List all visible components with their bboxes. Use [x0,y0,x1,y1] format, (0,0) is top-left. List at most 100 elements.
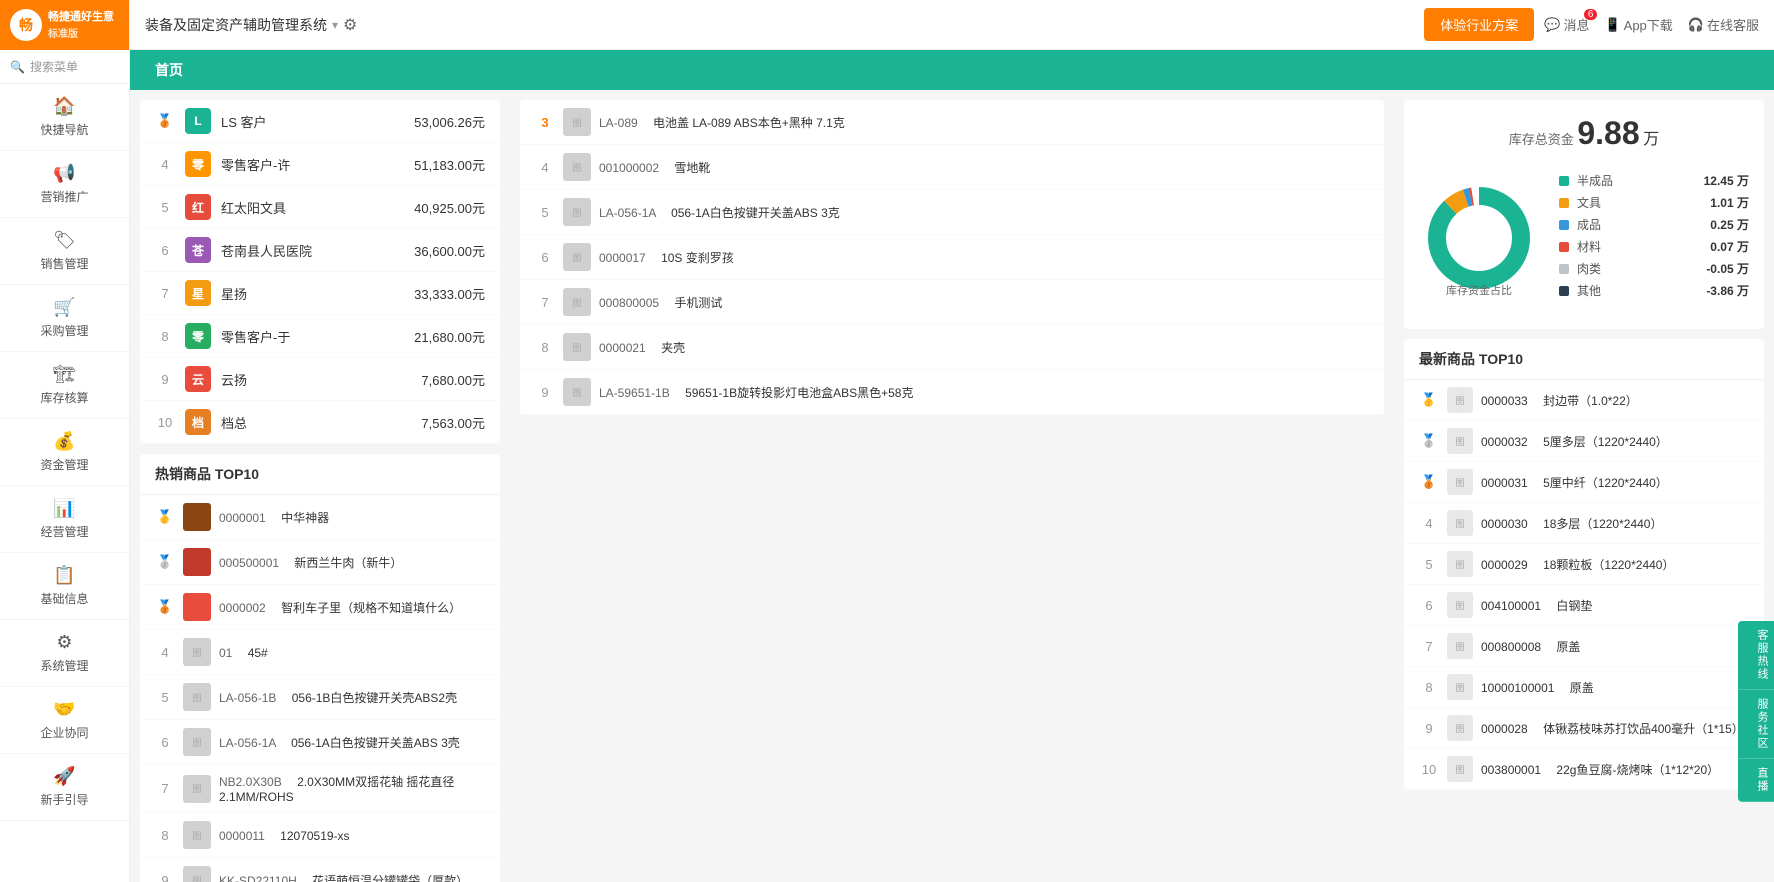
product-code: LA-59651-1B [599,386,682,400]
float-button-直播[interactable]: 直播 [1738,759,1774,802]
nav-label: 企业协同 [40,724,88,741]
product-name: 056-1A白色按键开关盖ABS 3克 [671,206,840,220]
rank-number: 7 [535,295,555,310]
product-info: LA-056-1B 056-1B白色按键开关壳ABS2壳 [219,689,485,706]
inventory-legend: 半成品 12.45 万 文具 1.01 万 成品 0.25 万 材料 0.07 … [1559,172,1749,304]
product-info: LA-056-1A 056-1A白色按键开关盖ABS 3壳 [219,734,485,751]
product-code: 0000028 [1481,722,1540,736]
product-code: 000800008 [1481,640,1553,654]
sidebar-nav-item-销售管理[interactable]: 🏷销售管理 [0,218,129,285]
product-image: 图 [563,288,591,316]
product-info: 0000002 智利车子里（规格不知道填什么） [219,599,485,616]
sidebar-nav-item-采购管理[interactable]: 🛒采购管理 [0,285,129,352]
sidebar-nav-item-经营管理[interactable]: 📊经营管理 [0,486,129,553]
product-name: 中华神器 [281,511,329,525]
customer-value: 7,680.00元 [421,370,485,389]
newest-products-list: 🥇 图 0000033 封边带（1.0*22） 🥈 图 0000032 5厘多层… [1404,380,1764,790]
donut-container: 库存资金占比 半成品 12.45 万 文具 1.01 万 成品 0.25 万 材… [1419,162,1749,314]
trial-button[interactable]: 体验行业方案 [1424,8,1534,41]
product-name: 12070519-xs [280,829,349,843]
message-button[interactable]: 💬 消息 6 [1544,15,1589,34]
newest-products-title: 最新商品 TOP10 [1419,349,1523,369]
right-column: 库存总资金 9.88 万 [1394,90,1774,882]
rank-number: 6 [155,243,175,258]
rank-number: 4 [155,645,175,660]
product-info: 0000031 5厘中纤（1220*2440） [1481,474,1749,491]
product-image [183,503,211,531]
product-image [183,593,211,621]
left-column: 🥉 L LS 客户 53,006.26元 4 零 零售客户-许 51,183.0… [130,90,510,882]
product-code: LA-056-1B [219,691,288,705]
sidebar-nav-item-企业协同[interactable]: 🤝 企业协同 [0,687,129,754]
hot-product-item: 7 图 NB2.0X30B 2.0X30MM双摇花轴 摇花直径2.1MM/ROH… [140,765,500,813]
float-button-客服热线[interactable]: 客服热线 [1738,621,1774,690]
product-image [183,548,211,576]
rank-number: 6 [155,735,175,750]
online-service-button[interactable]: 🎧 在线客服 [1688,15,1759,34]
legend-value: 0.25 万 [1710,216,1749,233]
product-ranking-panel: 3 图 LA-089 电池盖 LA-089 ABS本色+黑种 7.1克 4 图 … [520,100,1384,415]
product-image: 图 [563,243,591,271]
product-rank-item: 4 图 001000002 雪地靴 [520,145,1384,190]
rank-number: 🥉 [155,113,175,129]
hot-product-item: 6 图 LA-056-1A 056-1A白色按键开关盖ABS 3壳 [140,720,500,765]
legend-color [1559,176,1569,186]
topbar-actions: 体验行业方案 [1424,8,1534,41]
nav-icon: 💰 [53,431,75,452]
float-button-服务社区[interactable]: 服务社区 [1738,690,1774,759]
legend-value: -3.86 万 [1706,282,1749,299]
sidebar-nav-item-系统管理[interactable]: ⚙系统管理 [0,620,129,687]
hot-product-item: 9 图 KK-SD22110H 花语萌恒温分罐罐袋（厚款） [140,858,500,882]
rank-number: 6 [1419,598,1439,613]
product-name: 056-1B白色按键开关壳ABS2壳 [292,691,457,705]
legend-color [1559,220,1569,230]
nav-icon: 🤝 [53,699,75,720]
home-tab[interactable]: 首页 [150,60,188,80]
product-code: 0000021 [599,341,658,355]
product-image: 图 [1447,592,1473,618]
nav-label: 基础信息 [40,590,88,607]
dropdown-arrow-icon[interactable]: ▾ [332,18,338,32]
product-name: 智利车子里（规格不知道填什么） [281,601,461,615]
sidebar-nav-item-库存核算[interactable]: 🏗库存核算 [0,352,129,419]
newest-products-panel: 最新商品 TOP10 🥇 图 0000033 封边带（1.0*22） 🥈 图 0… [1404,339,1764,790]
sidebar-nav-item-基础信息[interactable]: 📋基础信息 [0,553,129,620]
sidebar-nav-item-资金管理[interactable]: 💰资金管理 [0,419,129,486]
product-name: 45# [248,646,268,660]
newest-product-item: 4 图 0000030 18多层（1220*2440） [1404,503,1764,544]
newest-product-item: 6 图 004100001 白钢垫 [1404,585,1764,626]
rank-number: 🥉 [1419,474,1439,490]
customer-avatar: 零 [185,151,211,177]
product-name: 59651-1B旋转投影灯电池盒ABS黑色+58克 [685,386,913,400]
nav-label: 系统管理 [40,657,88,674]
sidebar-nav-item-新手引导[interactable]: 🚀新手引导 [0,754,129,821]
rank-item: 6 苍 苍南县人民医院 36,600.00元 [140,229,500,272]
message-icon: 💬 [1544,17,1560,33]
newest-product-item: 5 图 0000029 18颗粒板（1220*2440） [1404,544,1764,585]
search-menu[interactable]: 🔍 搜索菜单 [0,50,129,84]
rank-item: 4 零 零售客户-许 51,183.00元 [140,143,500,186]
product-code: 0000033 [1481,394,1540,408]
topbar: 装备及固定资产辅助管理系统 ▾ ⚙ 体验行业方案 💬 消息 6 📱 App下载 … [130,0,1774,50]
settings-icon[interactable]: ⚙ [343,15,357,35]
customer-name: 档总 [221,413,411,432]
product-rank-item: 3 图 LA-089 电池盖 LA-089 ABS本色+黑种 7.1克 [520,100,1384,145]
service-label: 在线客服 [1707,15,1759,34]
app-download-button[interactable]: 📱 App下载 [1604,15,1672,34]
product-name: 18颗粒板（1220*2440） [1543,558,1674,572]
rank-item: 10 档 档总 7,563.00元 [140,401,500,444]
product-code: 000500001 [219,556,291,570]
legend-name: 其他 [1577,282,1698,299]
sidebar-nav-item-营销推广[interactable]: 📢营销推广 [0,151,129,218]
product-image: 图 [563,378,591,406]
rank-number: 8 [1419,680,1439,695]
product-info: 0000029 18颗粒板（1220*2440） [1481,556,1749,573]
legend-item: 肉类 -0.05 万 [1559,260,1749,277]
hot-product-item: 🥉 0000002 智利车子里（规格不知道填什么） [140,585,500,630]
product-name: 10S 变刹罗孩 [661,251,734,265]
hot-products-panel: 热销商品 TOP10 🥇 0000001 中华神器 🥈 000500001 新西… [140,454,500,882]
inventory-value: 9.88 [1577,115,1639,151]
sidebar-nav-item-快捷导航[interactable]: 🏠快捷导航 [0,84,129,151]
rank-number: 🥇 [1419,392,1439,408]
customer-ranking-panel: 🥉 L LS 客户 53,006.26元 4 零 零售客户-许 51,183.0… [140,100,500,444]
